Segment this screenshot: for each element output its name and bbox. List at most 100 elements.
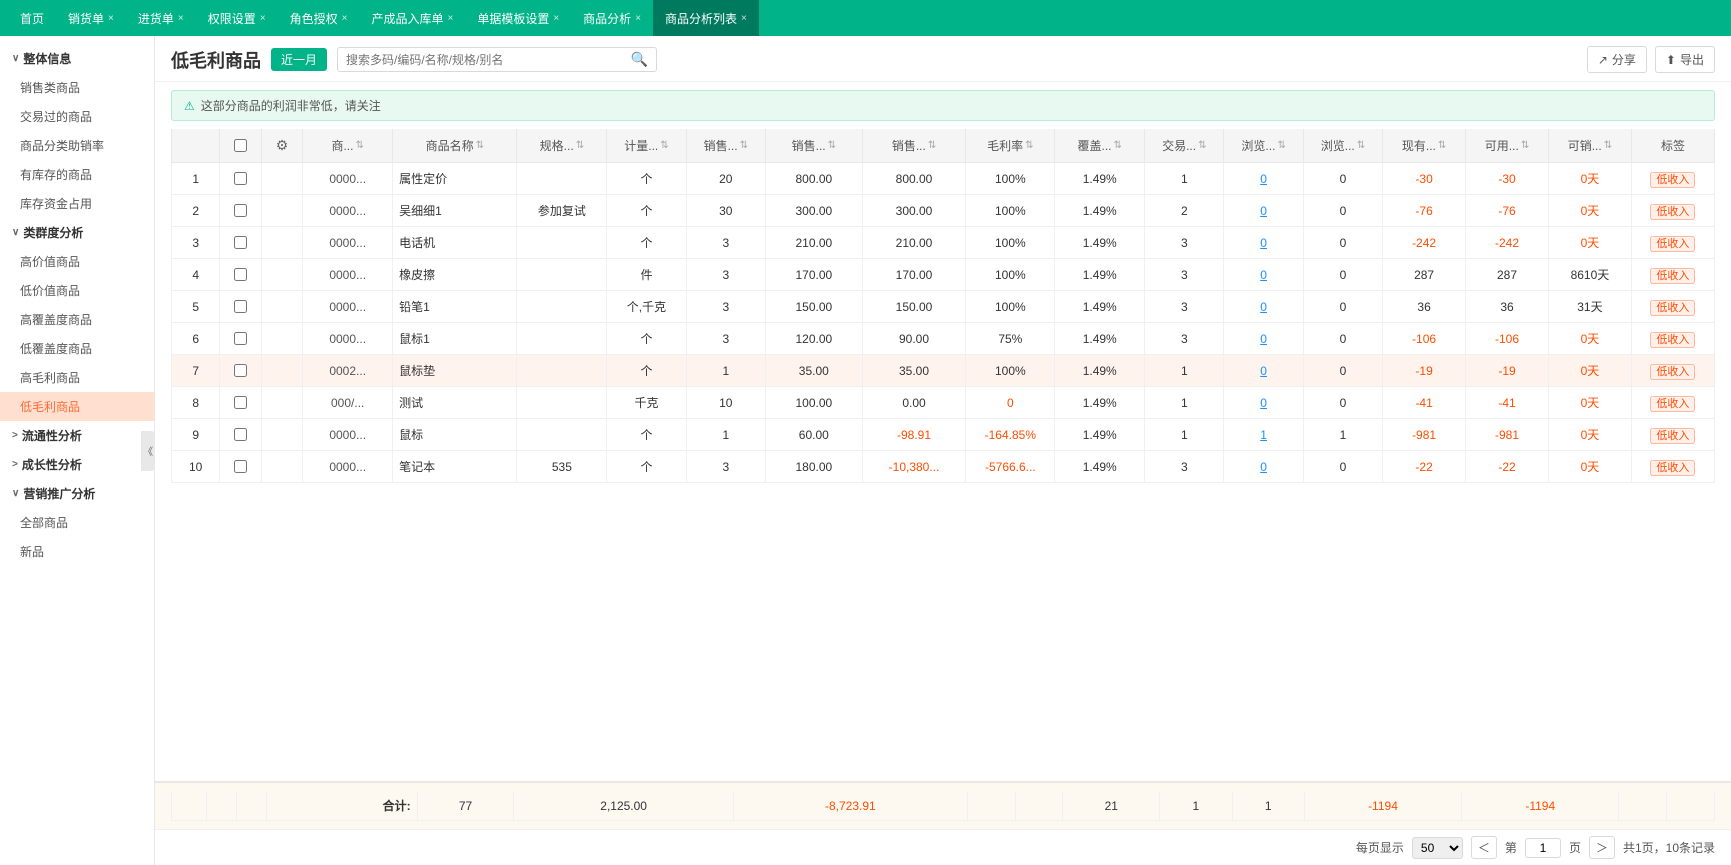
cell-view1[interactable]: 0 bbox=[1224, 387, 1303, 419]
th-name[interactable]: 商品名称⇅ bbox=[393, 129, 517, 163]
nav-sales-order[interactable]: 销货单 × bbox=[56, 0, 126, 36]
th-trade[interactable]: 交易...⇅ bbox=[1145, 129, 1224, 163]
nav-close-template-settings[interactable]: × bbox=[553, 13, 559, 24]
search-input[interactable] bbox=[346, 53, 631, 67]
row-checkbox[interactable] bbox=[234, 204, 247, 217]
th-saleable[interactable]: 可销...⇅ bbox=[1548, 129, 1631, 163]
sidebar-group-marketing[interactable]: ∨ 营销推广分析 bbox=[0, 479, 154, 508]
nav-close-product-entry[interactable]: × bbox=[447, 13, 453, 24]
sidebar-group-overview[interactable]: ∨ 整体信息 bbox=[0, 44, 154, 73]
cell-settings bbox=[261, 323, 302, 355]
row-checkbox[interactable] bbox=[234, 396, 247, 409]
th-gross-rate[interactable]: 毛利率⇅ bbox=[966, 129, 1055, 163]
sort-view1-icon: ⇅ bbox=[1277, 140, 1285, 151]
nav-product-analysis[interactable]: 商品分析 × bbox=[571, 0, 653, 36]
row-checkbox[interactable] bbox=[234, 364, 247, 377]
nav-close-sales-order[interactable]: × bbox=[108, 13, 114, 24]
th-view1[interactable]: 浏览...⇅ bbox=[1224, 129, 1303, 163]
nav-home[interactable]: 首页 bbox=[8, 0, 56, 36]
th-settings[interactable]: ⚙ bbox=[261, 129, 302, 163]
cell-view1[interactable]: 0 bbox=[1224, 259, 1303, 291]
nav-template-settings[interactable]: 单据模板设置 × bbox=[465, 0, 571, 36]
sidebar-item-low-value[interactable]: 低价值商品 bbox=[0, 276, 154, 305]
table-row: 10 0000... 笔记本 535 个 3 180.00 -10,380...… bbox=[172, 451, 1715, 483]
nav-close-permission-settings[interactable]: × bbox=[260, 13, 266, 24]
sidebar-item-traded-goods[interactable]: 交易过的商品 bbox=[0, 102, 154, 131]
export-button[interactable]: ⬆ 导出 bbox=[1655, 46, 1715, 73]
row-checkbox[interactable] bbox=[234, 236, 247, 249]
time-filter-button[interactable]: 近一月 bbox=[271, 48, 327, 71]
nav-permission-settings[interactable]: 权限设置 × bbox=[196, 0, 278, 36]
sidebar-item-high-value[interactable]: 高价值商品 bbox=[0, 247, 154, 276]
cell-view1[interactable]: 0 bbox=[1224, 323, 1303, 355]
page-title: 低毛利商品 bbox=[171, 47, 261, 73]
sidebar-item-category-rate[interactable]: 商品分类助销率 bbox=[0, 131, 154, 160]
th-current[interactable]: 现有...⇅ bbox=[1383, 129, 1466, 163]
th-sale-price[interactable]: 销售...⇅ bbox=[765, 129, 862, 163]
cell-code: 0000... bbox=[303, 323, 393, 355]
row-checkbox[interactable] bbox=[234, 268, 247, 281]
sidebar-item-high-coverage[interactable]: 高覆盖度商品 bbox=[0, 305, 154, 334]
cell-view1[interactable]: 0 bbox=[1224, 291, 1303, 323]
sidebar-item-all-goods[interactable]: 全部商品 bbox=[0, 508, 154, 537]
select-all-checkbox[interactable] bbox=[234, 139, 247, 152]
th-tag[interactable]: 标签 bbox=[1631, 129, 1714, 163]
page-size-select[interactable]: 50 100 200 bbox=[1412, 837, 1463, 859]
sidebar-group-cluster[interactable]: ∨ 类群度分析 bbox=[0, 218, 154, 247]
row-checkbox[interactable] bbox=[234, 460, 247, 473]
th-view2[interactable]: 浏览...⇅ bbox=[1303, 129, 1382, 163]
nav-role-auth[interactable]: 角色授权 × bbox=[278, 0, 360, 36]
sidebar-item-sales-goods[interactable]: 销售类商品 bbox=[0, 73, 154, 102]
sidebar-group-circulation[interactable]: > 流通性分析 bbox=[0, 421, 154, 450]
cell-view1[interactable]: 1 bbox=[1224, 419, 1303, 451]
row-checkbox[interactable] bbox=[234, 300, 247, 313]
gear-icon[interactable]: ⚙ bbox=[276, 137, 289, 153]
nav-close-product-analysis[interactable]: × bbox=[635, 13, 641, 24]
top-navigation: 首页 销货单 × 进货单 × 权限设置 × 角色授权 × 产成品入库单 × 单据… bbox=[0, 0, 1731, 36]
nav-purchase-order[interactable]: 进货单 × bbox=[126, 0, 196, 36]
cell-num: 9 bbox=[172, 419, 220, 451]
footer-check-cell bbox=[207, 791, 237, 821]
cell-view1[interactable]: 0 bbox=[1224, 355, 1303, 387]
cell-view1[interactable]: 0 bbox=[1224, 195, 1303, 227]
th-code[interactable]: 商...⇅ bbox=[303, 129, 393, 163]
th-sale-qty[interactable]: 销售...⇅ bbox=[686, 129, 765, 163]
cell-gross-rate: 0 bbox=[966, 387, 1055, 419]
sidebar-item-low-margin[interactable]: 低毛利商品 bbox=[0, 392, 154, 421]
prev-page-btn[interactable]: ＜ bbox=[1471, 836, 1497, 859]
cell-view2: 0 bbox=[1303, 195, 1382, 227]
th-sale-profit[interactable]: 销售...⇅ bbox=[862, 129, 966, 163]
search-icon[interactable]: 🔍 bbox=[631, 51, 648, 68]
page-number-input[interactable] bbox=[1525, 838, 1561, 858]
sidebar-item-in-stock[interactable]: 有库存的商品 bbox=[0, 160, 154, 189]
th-spec[interactable]: 规格...⇅ bbox=[517, 129, 607, 163]
sort-trade-icon: ⇅ bbox=[1198, 140, 1206, 151]
sidebar-item-low-coverage[interactable]: 低覆盖度商品 bbox=[0, 334, 154, 363]
nav-product-entry[interactable]: 产成品入库单 × bbox=[359, 0, 465, 36]
cell-available: 287 bbox=[1466, 259, 1549, 291]
th-available[interactable]: 可用...⇅ bbox=[1466, 129, 1549, 163]
nav-close-role-auth[interactable]: × bbox=[342, 13, 348, 24]
next-page-btn[interactable]: ＞ bbox=[1589, 836, 1615, 859]
sidebar-item-high-margin[interactable]: 高毛利商品 bbox=[0, 363, 154, 392]
row-checkbox[interactable] bbox=[234, 332, 247, 345]
nav-product-analysis-list[interactable]: 商品分析列表 × bbox=[653, 0, 759, 36]
sidebar-collapse-btn[interactable]: 《 bbox=[141, 431, 155, 471]
nav-close-product-analysis-list[interactable]: × bbox=[741, 13, 747, 24]
th-unit[interactable]: 计量...⇅ bbox=[607, 129, 686, 163]
row-checkbox[interactable] bbox=[234, 172, 247, 185]
cell-code: 0000... bbox=[303, 195, 393, 227]
cell-view1[interactable]: 0 bbox=[1224, 451, 1303, 483]
th-coverage[interactable]: 覆盖...⇅ bbox=[1055, 129, 1145, 163]
sidebar-group-growth[interactable]: > 成长性分析 bbox=[0, 450, 154, 479]
sidebar-item-capital[interactable]: 库存资金占用 bbox=[0, 189, 154, 218]
tag-low-income: 低收入 bbox=[1650, 428, 1695, 444]
nav-close-purchase-order[interactable]: × bbox=[178, 13, 184, 24]
cell-view1[interactable]: 0 bbox=[1224, 227, 1303, 259]
cell-settings bbox=[261, 163, 302, 195]
row-checkbox[interactable] bbox=[234, 428, 247, 441]
sidebar-item-new-goods[interactable]: 新品 bbox=[0, 537, 154, 566]
share-button[interactable]: ↗ 分享 bbox=[1587, 46, 1647, 73]
cell-view1[interactable]: 0 bbox=[1224, 163, 1303, 195]
cell-unit: 件 bbox=[607, 259, 686, 291]
